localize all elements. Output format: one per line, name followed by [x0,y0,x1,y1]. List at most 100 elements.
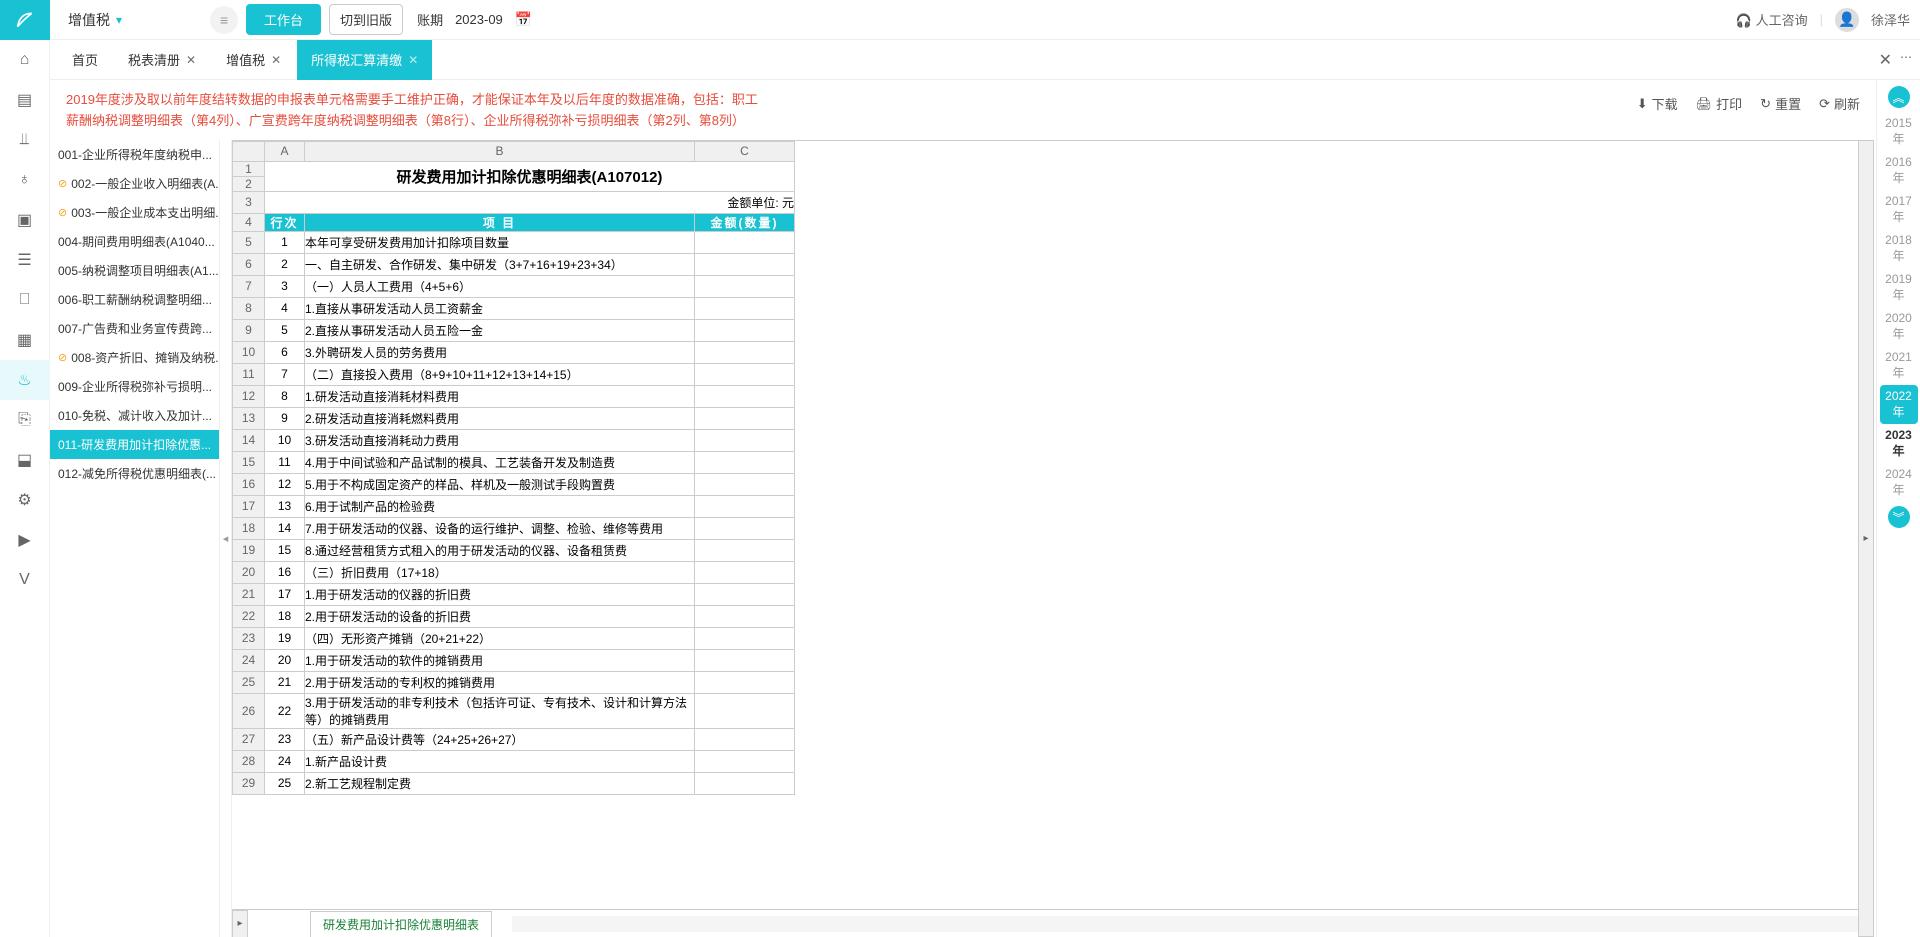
amount-cell[interactable] [695,429,795,451]
row-num-cell[interactable]: 13 [265,495,305,517]
amount-cell[interactable] [695,297,795,319]
amount-cell[interactable] [695,583,795,605]
nav-money-icon[interactable]: ♁ [0,160,50,200]
item-cell[interactable]: 3.研发活动直接消耗动力费用 [305,429,695,451]
item-cell[interactable]: （四）无形资产摊销（20+21+22） [305,627,695,649]
row-header[interactable]: 27 [233,728,265,750]
item-cell[interactable]: 4.用于中间试验和产品试制的模具、工艺装备开发及制造费 [305,451,695,473]
row-num-cell[interactable]: 6 [265,341,305,363]
nav-tax-icon[interactable]: ♨ [0,360,50,400]
row-header[interactable]: 8 [233,297,265,319]
row-header[interactable]: 1 [233,161,265,176]
form-list-item[interactable]: 006-职工薪酬纳税调整明细... [50,285,219,314]
user-name[interactable]: 徐泽华 [1871,10,1910,29]
form-list-item[interactable]: 011-研发费用加计扣除优惠... [50,430,219,459]
year-button[interactable]: 2021年 [1880,346,1918,385]
amount-cell[interactable] [695,253,795,275]
item-cell[interactable]: 5.用于不构成固定资产的样品、样机及一般测试手段购置费 [305,473,695,495]
row-header[interactable]: 29 [233,772,265,794]
item-cell[interactable]: 1.直接从事研发活动人员工资薪金 [305,297,695,319]
row-header[interactable]: 24 [233,649,265,671]
item-cell[interactable]: 2.用于研发活动的专利权的摊销费用 [305,671,695,693]
row-num-cell[interactable]: 15 [265,539,305,561]
row-num-cell[interactable]: 23 [265,728,305,750]
year-down-button[interactable]: ︾ [1888,506,1910,528]
year-button[interactable]: 2016年 [1880,151,1918,190]
amount-cell[interactable] [695,649,795,671]
row-num-cell[interactable]: 25 [265,772,305,794]
item-cell[interactable]: （三）折旧费用（17+18） [305,561,695,583]
year-button[interactable]: 2018年 [1880,229,1918,268]
row-header[interactable]: 19 [233,539,265,561]
item-cell[interactable]: 本年可享受研发费用加计扣除项目数量 [305,231,695,253]
row-header[interactable]: 13 [233,407,265,429]
row-num-cell[interactable]: 14 [265,517,305,539]
amount-cell[interactable] [695,385,795,407]
form-list-item[interactable]: 010-免税、减计收入及加计... [50,401,219,430]
row-num-cell[interactable]: 8 [265,385,305,407]
nav-v-icon[interactable]: V [0,560,50,600]
company-select[interactable]: 增值税 ▾ [60,10,202,30]
item-cell[interactable]: 8.通过经营租赁方式租入的用于研发活动的仪器、设备租赁费 [305,539,695,561]
form-list-item[interactable]: 001-企业所得税年度纳税申... [50,140,219,169]
amount-cell[interactable] [695,451,795,473]
year-button[interactable]: 2020年 [1880,307,1918,346]
row-header[interactable]: 20 [233,561,265,583]
nav-play-icon[interactable]: ▶ [0,520,50,560]
tab-list[interactable]: 税表清册✕ [114,40,210,80]
consult-link[interactable]: 🎧 人工咨询 [1736,10,1808,29]
amount-cell[interactable] [695,693,795,728]
sheet-right-expand[interactable]: ▸ [1858,140,1874,937]
amount-cell[interactable] [695,473,795,495]
item-cell[interactable]: （五）新产品设计费等（24+25+26+27） [305,728,695,750]
workspace-button[interactable]: 工作台 [246,4,321,35]
amount-cell[interactable] [695,275,795,297]
row-header[interactable]: 15 [233,451,265,473]
col-header-b[interactable]: B [305,141,695,161]
row-num-cell[interactable]: 22 [265,693,305,728]
nav-page-icon[interactable]: ⎘ [0,400,50,440]
logo[interactable] [0,0,50,40]
row-num-cell[interactable]: 10 [265,429,305,451]
row-header[interactable]: 4 [233,213,265,231]
item-cell[interactable]: 3.外聘研发人员的劳务费用 [305,341,695,363]
amount-cell[interactable] [695,517,795,539]
nav-inbox-icon[interactable]: ⬓ [0,440,50,480]
form-list-item[interactable]: 007-广告费和业务宣传费跨... [50,314,219,343]
nav-clipboard-icon[interactable]: ▣ [0,200,50,240]
amount-cell[interactable] [695,407,795,429]
sheet-tab[interactable]: 研发费用加计扣除优惠明细表 [310,911,492,937]
amount-cell[interactable] [695,319,795,341]
year-button[interactable]: 2017年 [1880,190,1918,229]
period-value[interactable]: 2023-09 [455,12,503,27]
item-cell[interactable]: （一）人员人工费用（4+5+6） [305,275,695,297]
close-icon[interactable]: ✕ [271,53,281,67]
row-header[interactable]: 2 [233,176,265,191]
row-header[interactable]: 12 [233,385,265,407]
row-header[interactable]: 9 [233,319,265,341]
row-num-cell[interactable]: 9 [265,407,305,429]
refresh-button[interactable]: ⟳ 刷新 [1819,94,1860,113]
col-header-c[interactable]: C [695,141,795,161]
row-header[interactable]: 28 [233,750,265,772]
nav-chart-icon[interactable]: ⫫ [0,120,50,160]
year-up-button[interactable]: ︽ [1888,86,1910,108]
amount-cell[interactable] [695,363,795,385]
row-header[interactable]: 16 [233,473,265,495]
amount-cell[interactable] [695,539,795,561]
nav-doc2-icon[interactable]: ☰ [0,240,50,280]
nav-box-icon[interactable]: ▦ [0,320,50,360]
year-button[interactable]: 2015年 [1880,112,1918,151]
row-num-cell[interactable]: 24 [265,750,305,772]
tab-close-all-icon[interactable]: ✕ [1879,50,1892,70]
row-num-cell[interactable]: 4 [265,297,305,319]
close-icon[interactable]: ✕ [408,53,418,67]
nav-back-button[interactable]: ≡ [210,6,238,34]
calendar-icon[interactable]: 📅 [515,11,532,28]
item-cell[interactable]: 1.新产品设计费 [305,750,695,772]
row-num-cell[interactable]: 17 [265,583,305,605]
nav-gear-icon[interactable]: ⚙ [0,480,50,520]
row-num-cell[interactable]: 11 [265,451,305,473]
form-list-item[interactable]: 012-减免所得税优惠明细表(... [50,459,219,488]
item-cell[interactable]: 2.研发活动直接消耗燃料费用 [305,407,695,429]
